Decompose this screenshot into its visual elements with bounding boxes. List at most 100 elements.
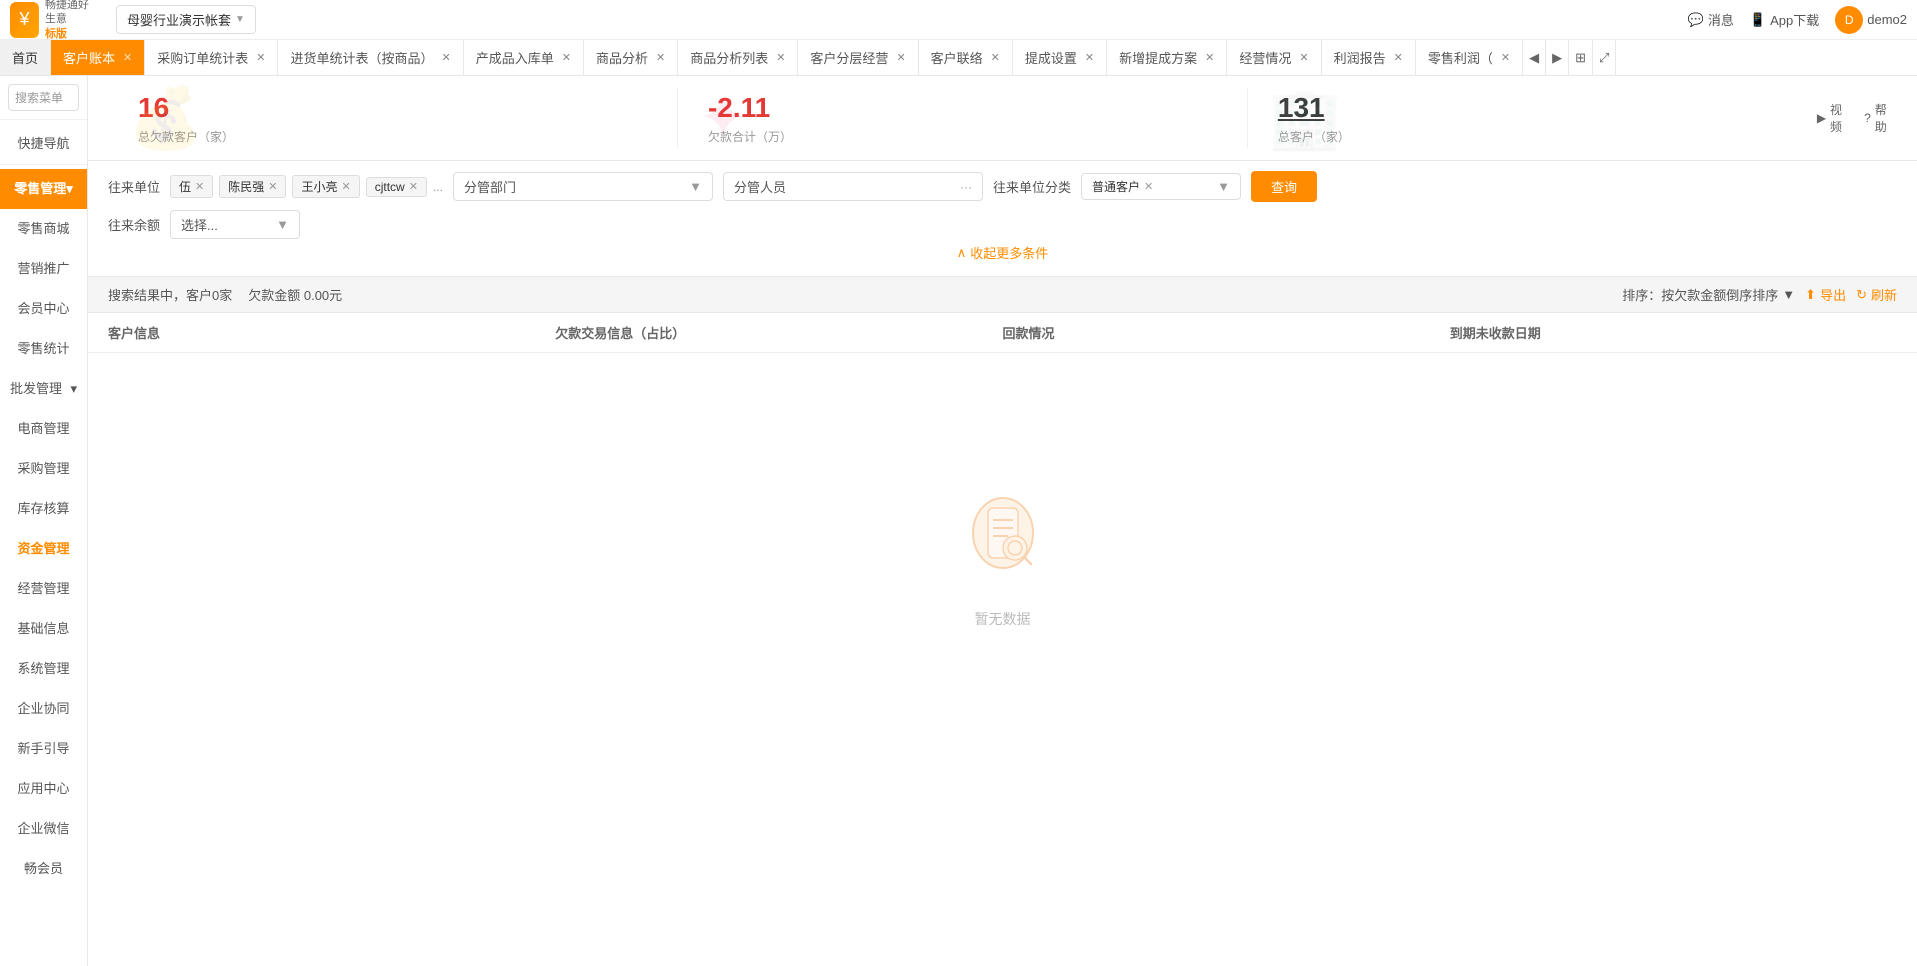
tab-profit-report[interactable]: 利润报告 ✕ [1322, 40, 1416, 76]
table-col4: 到期未收款日期 [1450, 323, 1897, 342]
tag-close-1[interactable]: ✕ [268, 180, 277, 193]
tab-home[interactable]: 首页 [0, 40, 51, 76]
header-left: ¥ 畅捷通好生意 标版 母婴行业演示帐套 ▼ [10, 0, 256, 41]
username: demo2 [1867, 12, 1907, 27]
unit-class-tag-close[interactable]: ✕ [1144, 180, 1153, 193]
sidebar-item-operation[interactable]: 经营管理 [0, 569, 87, 609]
filter-unit-label: 往来单位 [108, 177, 160, 196]
tab-purchase-order-stats[interactable]: 采购订单统计表 ✕ [145, 40, 278, 76]
sidebar-item-wechat[interactable]: 企业微信 [0, 809, 87, 849]
stats-section: 💰 16 总欠款客户（家） ✦ -2.11 欠款合计（万） 🏢 [108, 88, 1817, 148]
tab-customer-contact[interactable]: 客户联络 ✕ [919, 40, 1013, 76]
sidebar-item-batch-mgmt[interactable]: 批发管理 ▾ [0, 369, 87, 409]
workspace-name: 母婴行业演示帐套 [127, 10, 231, 29]
collapse-icon: ∧ [957, 245, 967, 261]
close-icon[interactable]: ✕ [991, 51, 1000, 64]
close-icon[interactable]: ✕ [1299, 51, 1308, 64]
close-icon[interactable]: ✕ [442, 51, 451, 64]
tab-nav-right[interactable]: ▶ [1546, 40, 1569, 76]
sidebar-item-purchase-mgmt[interactable]: 采购管理 [0, 449, 87, 489]
close-icon[interactable]: ✕ [1501, 51, 1510, 64]
sidebar-item-retail-mgmt[interactable]: 零售管理 ▾ [0, 169, 87, 209]
sort-button[interactable]: 排序：按欠款金额倒序排序 ▼ [1622, 285, 1795, 304]
sidebar-item-ecommerce[interactable]: 电商管理 [0, 409, 87, 449]
tab-label: 采购订单统计表 [157, 48, 248, 67]
table-body: 暂无数据 [88, 353, 1917, 753]
unit-class-select[interactable]: 普通客户 ✕ ▼ [1081, 173, 1241, 200]
empty-state: 暂无数据 [933, 418, 1073, 689]
tab-inbound-stats[interactable]: 进货单统计表（按商品） ✕ [278, 40, 463, 76]
tab-customer-segment[interactable]: 客户分层经营 ✕ [798, 40, 918, 76]
tab-label: 利润报告 [1334, 48, 1386, 67]
tab-label: 客户账本 [63, 48, 115, 67]
search-menu-button[interactable]: 搜索菜单 [8, 84, 79, 111]
sidebar-item-inventory[interactable]: 库存核算 [0, 489, 87, 529]
person-select[interactable]: 分管人员 ··· [723, 172, 983, 201]
sidebar-item-retail-stats[interactable]: 零售统计 [0, 329, 87, 369]
video-button[interactable]: ▶ 视频 [1817, 101, 1852, 135]
tab-new-promotion[interactable]: 新增提成方案 ✕ [1107, 40, 1227, 76]
sidebar-item-finance[interactable]: 资金管理 [0, 529, 87, 569]
unit-class-tag-label: 普通客户 [1092, 178, 1140, 195]
tab-nav-maximize[interactable]: ⤢ [1593, 40, 1616, 76]
message-label: 消息 [1708, 10, 1734, 29]
balance-select[interactable]: 选择... ▼ [170, 210, 300, 239]
sidebar-item-app-center[interactable]: 应用中心 [0, 769, 87, 809]
tab-nav-left[interactable]: ◀ [1523, 40, 1546, 76]
app-download-button[interactable]: 📱 App下载 [1750, 10, 1819, 29]
tab-product-inbound[interactable]: 产成品入库单 ✕ [464, 40, 584, 76]
content: 💰 16 总欠款客户（家） ✦ -2.11 欠款合计（万） 🏢 [88, 76, 1917, 966]
filter-tag-3: cjttcw ✕ [366, 177, 427, 197]
user-menu[interactable]: D demo2 [1835, 6, 1907, 34]
person-select-expand: ··· [960, 180, 972, 194]
export-icon: ⬆ [1805, 287, 1816, 303]
help-button[interactable]: ? 帮助 [1864, 101, 1897, 135]
stat1-bg-icon: 💰 [128, 83, 203, 154]
collapse-button[interactable]: ∧ 收起更多条件 [108, 239, 1897, 266]
tab-product-analysis[interactable]: 商品分析 ✕ [584, 40, 678, 76]
sidebar-item-system[interactable]: 系统管理 [0, 649, 87, 689]
close-icon[interactable]: ✕ [123, 51, 132, 64]
close-icon[interactable]: ✕ [776, 51, 785, 64]
filter-tags: 伍 ✕ 陈民强 ✕ 王小亮 ✕ cjttcw ✕ ... [170, 175, 443, 198]
export-button[interactable]: ⬆ 导出 [1805, 285, 1846, 304]
close-icon[interactable]: ✕ [562, 51, 571, 64]
sidebar-item-member[interactable]: 畅会员 [0, 849, 87, 889]
close-icon[interactable]: ✕ [656, 51, 665, 64]
workspace-selector[interactable]: 母婴行业演示帐套 ▼ [116, 5, 256, 34]
close-icon[interactable]: ✕ [1205, 51, 1214, 64]
tag-label: 陈民强 [228, 178, 264, 195]
table-header: 客户信息 欠款交易信息（占比） 回款情况 到期未收款日期 [88, 313, 1917, 353]
sidebar-item-member-center[interactable]: 会员中心 [0, 289, 87, 329]
tab-customer-ledger[interactable]: 客户账本 ✕ [51, 40, 145, 76]
tag-close-3[interactable]: ✕ [409, 180, 418, 193]
sidebar-item-enterprise[interactable]: 企业协同 [0, 689, 87, 729]
tab-retail-profit[interactable]: 零售利润（ ✕ [1416, 40, 1523, 76]
sidebar-item-marketing[interactable]: 营销推广 [0, 249, 87, 289]
close-icon[interactable]: ✕ [1394, 51, 1403, 64]
sidebar-item-retail-mall[interactable]: 零售商城 [0, 209, 87, 249]
filter-more[interactable]: ... [433, 180, 443, 194]
sidebar-item-basic-info[interactable]: 基础信息 [0, 609, 87, 649]
sort-label: 排序：按欠款金额倒序排序 [1622, 285, 1778, 304]
query-button[interactable]: 查询 [1251, 171, 1317, 202]
chevron-down-icon: ▼ [235, 14, 245, 25]
sidebar-item-guide[interactable]: 新手引导 [0, 729, 87, 769]
close-icon[interactable]: ✕ [1085, 51, 1094, 64]
tag-close-0[interactable]: ✕ [195, 180, 204, 193]
dept-select[interactable]: 分管部门 ▼ [453, 172, 713, 201]
message-button[interactable]: 💬 消息 [1688, 10, 1734, 29]
tab-label: 商品分析 [596, 48, 648, 67]
tag-close-2[interactable]: ✕ [342, 180, 351, 193]
close-icon[interactable]: ✕ [896, 51, 905, 64]
tab-label: 商品分析列表 [690, 48, 768, 67]
tab-nav-expand[interactable]: ⊞ [1569, 40, 1593, 76]
tab-product-analysis-list[interactable]: 商品分析列表 ✕ [678, 40, 798, 76]
close-icon[interactable]: ✕ [256, 51, 265, 64]
tab-operation-status[interactable]: 经营情况 ✕ [1227, 40, 1321, 76]
tab-promotion-settings[interactable]: 提成设置 ✕ [1013, 40, 1107, 76]
empty-icon [953, 478, 1053, 597]
refresh-button[interactable]: ↻ 刷新 [1856, 285, 1897, 304]
sidebar-item-quick-nav[interactable]: 快捷导航 [0, 124, 87, 160]
download-icon: 📱 [1750, 12, 1766, 28]
